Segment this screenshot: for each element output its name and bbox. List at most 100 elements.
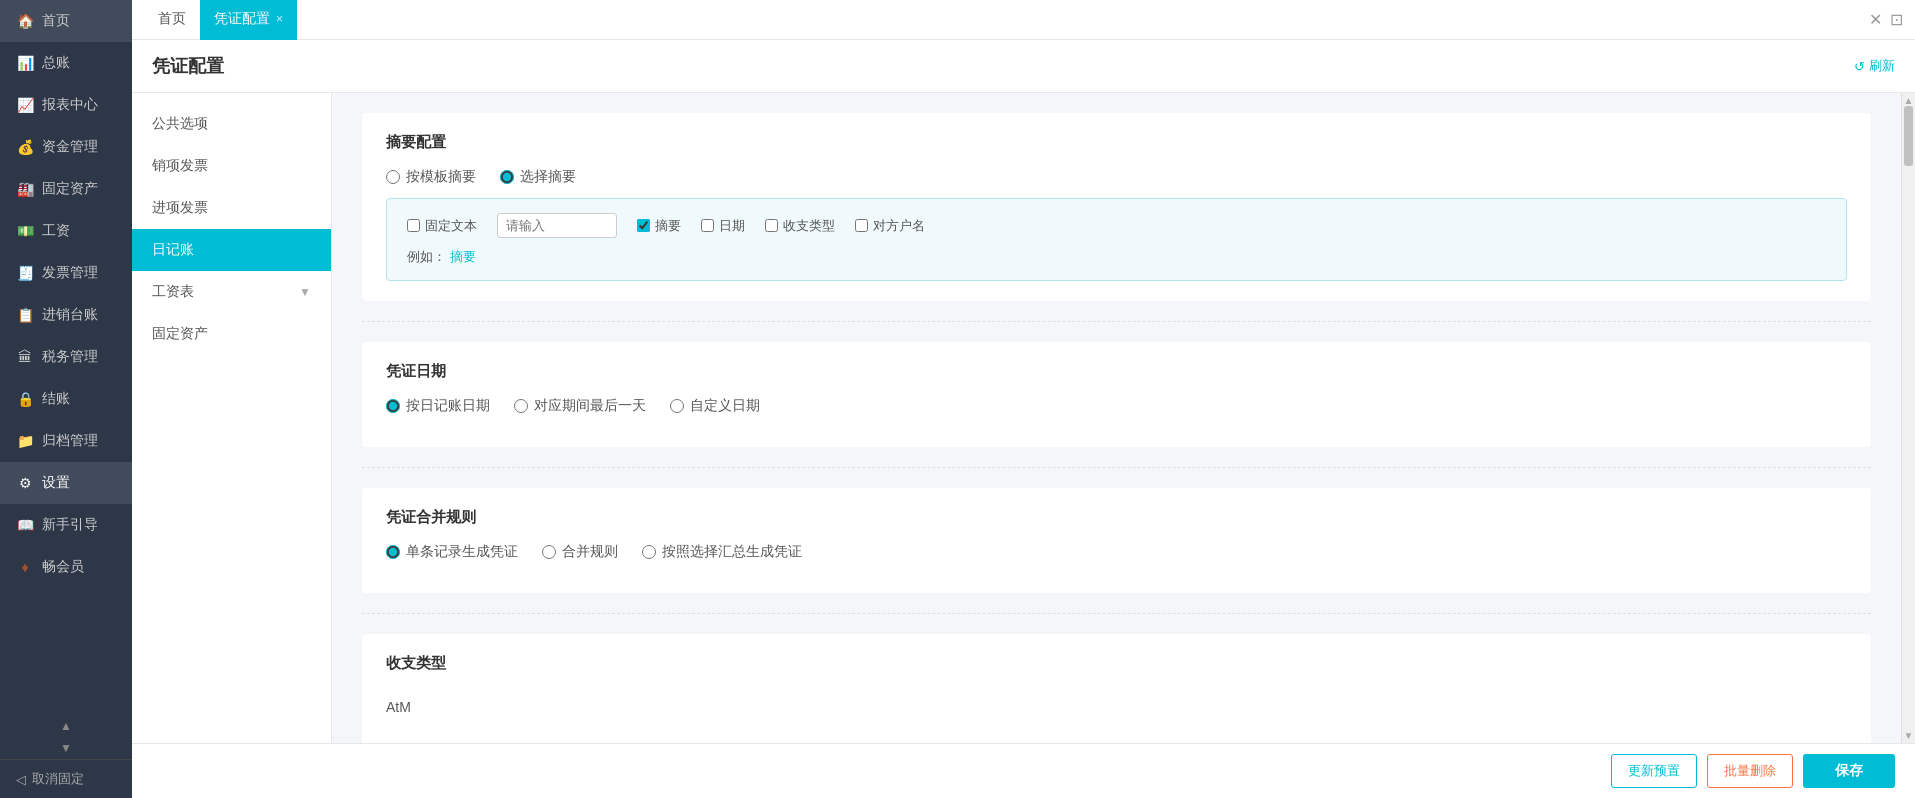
sidebar-item-vip[interactable]: ♦ 畅会员 bbox=[0, 546, 132, 588]
summary-config-box: 固定文本 摘要 日期 bbox=[386, 198, 1847, 281]
radio-select-summary[interactable] bbox=[642, 545, 656, 559]
vip-icon: ♦ bbox=[16, 558, 34, 576]
checkbox-fixed-text-label[interactable]: 固定文本 bbox=[407, 217, 477, 235]
voucher-date-title: 凭证日期 bbox=[386, 362, 1847, 381]
radio-period-last-day-label[interactable]: 对应期间最后一天 bbox=[514, 397, 646, 415]
divider-2 bbox=[362, 467, 1871, 468]
tab-voucher-config[interactable]: 凭证配置 × bbox=[200, 0, 297, 40]
checkbox-counterpart-label[interactable]: 对方户名 bbox=[855, 217, 925, 235]
right-content: 摘要配置 按模板摘要 选择摘要 bbox=[332, 93, 1901, 743]
purchase-sales-icon: 📋 bbox=[16, 306, 34, 324]
invoice-mgmt-icon: 🧾 bbox=[16, 264, 34, 282]
left-nav-payroll[interactable]: 工资表 ▼ bbox=[132, 271, 331, 313]
save-button[interactable]: 保存 bbox=[1803, 754, 1895, 788]
divider-3 bbox=[362, 613, 1871, 614]
section-summary-config: 摘要配置 按模板摘要 选择摘要 bbox=[362, 113, 1871, 301]
divider-1 bbox=[362, 321, 1871, 322]
radio-single-record-label[interactable]: 单条记录生成凭证 bbox=[386, 543, 518, 561]
home-icon: 🏠 bbox=[16, 12, 34, 30]
checkbox-summary-label[interactable]: 摘要 bbox=[637, 217, 681, 235]
sidebar-item-funds[interactable]: 💰 资金管理 bbox=[0, 126, 132, 168]
summary-checkboxes: 固定文本 摘要 日期 bbox=[407, 213, 1826, 238]
archive-icon: 📁 bbox=[16, 432, 34, 450]
checkbox-income-type[interactable] bbox=[765, 219, 778, 232]
tab-actions: ✕ ⊡ bbox=[1869, 10, 1903, 29]
radio-single-record[interactable] bbox=[386, 545, 400, 559]
ledger-icon: 📊 bbox=[16, 54, 34, 72]
content-layout: 公共选项 销项发票 进项发票 日记账 工资表 ▼ 固定资产 bbox=[132, 93, 1915, 743]
sidebar-item-invoice-mgmt[interactable]: 🧾 发票管理 bbox=[0, 252, 132, 294]
sidebar-item-report[interactable]: 📈 报表中心 bbox=[0, 84, 132, 126]
radio-select-label[interactable]: 选择摘要 bbox=[500, 168, 576, 186]
radio-merge-rule-label[interactable]: 合并规则 bbox=[542, 543, 618, 561]
sidebar-scroll-up[interactable]: ▲ bbox=[0, 715, 132, 737]
radio-merge-rule[interactable] bbox=[542, 545, 556, 559]
voucher-date-radio-group: 按日记账日期 对应期间最后一天 自定义日期 bbox=[386, 397, 1847, 415]
atm-text: AtM bbox=[386, 689, 1847, 725]
scroll-down-arrow[interactable]: ▼ bbox=[1904, 730, 1914, 741]
sidebar-item-ledger[interactable]: 📊 总账 bbox=[0, 42, 132, 84]
sidebar-item-archive[interactable]: 📁 归档管理 bbox=[0, 420, 132, 462]
pin-icon: ◁ bbox=[16, 772, 26, 787]
bottom-bar: 更新预置 批量删除 保存 bbox=[132, 743, 1915, 798]
checkbox-fixed-text[interactable] bbox=[407, 219, 420, 232]
tab-close-button[interactable]: × bbox=[276, 12, 283, 26]
tab-home[interactable]: 首页 bbox=[144, 0, 200, 40]
refresh-icon: ↺ bbox=[1854, 59, 1865, 74]
sidebar-item-tax[interactable]: 🏛 税务管理 bbox=[0, 336, 132, 378]
radio-template[interactable] bbox=[386, 170, 400, 184]
batch-delete-button[interactable]: 批量删除 bbox=[1707, 754, 1793, 788]
radio-period-last-day[interactable] bbox=[514, 399, 528, 413]
scrollbar[interactable]: ▲ ▼ bbox=[1901, 93, 1915, 743]
checkbox-counterpart[interactable] bbox=[855, 219, 868, 232]
page-header: 凭证配置 ↺ 刷新 bbox=[132, 40, 1915, 93]
page-body: 凭证配置 ↺ 刷新 公共选项 销项发票 进项发票 日记账 bbox=[132, 40, 1915, 798]
radio-custom-date-label[interactable]: 自定义日期 bbox=[670, 397, 760, 415]
section-voucher-date: 凭证日期 按日记账日期 对应期间最后一天 自定义日期 bbox=[362, 342, 1871, 447]
sidebar-item-salary[interactable]: 💵 工资 bbox=[0, 210, 132, 252]
minimize-button[interactable]: ✕ bbox=[1869, 10, 1882, 29]
income-type-title: 收支类型 bbox=[386, 654, 1847, 673]
sidebar: 🏠 首页 📊 总账 📈 报表中心 💰 资金管理 🏭 固定资产 💵 工资 🧾 发票… bbox=[0, 0, 132, 798]
merge-rules-title: 凭证合并规则 bbox=[386, 508, 1847, 527]
sidebar-scroll-down[interactable]: ▼ bbox=[0, 737, 132, 759]
left-nav-fixed-assets[interactable]: 固定资产 bbox=[132, 313, 331, 355]
sidebar-item-purchase-sales[interactable]: 📋 进销台账 bbox=[0, 294, 132, 336]
left-nav-sales-invoice[interactable]: 销项发票 bbox=[132, 145, 331, 187]
radio-template-label[interactable]: 按模板摘要 bbox=[386, 168, 476, 186]
section-merge-rules: 凭证合并规则 单条记录生成凭证 合并规则 按照选择汇总生成凭证 bbox=[362, 488, 1871, 593]
checkbox-date[interactable] bbox=[701, 219, 714, 232]
radio-journal-date[interactable] bbox=[386, 399, 400, 413]
checkbox-date-label[interactable]: 日期 bbox=[701, 217, 745, 235]
sidebar-item-assets[interactable]: 🏭 固定资产 bbox=[0, 168, 132, 210]
left-nav-public[interactable]: 公共选项 bbox=[132, 103, 331, 145]
sidebar-unpin-button[interactable]: ◁ 取消固定 bbox=[0, 759, 132, 798]
settings-icon: ⚙ bbox=[16, 474, 34, 492]
funds-icon: 💰 bbox=[16, 138, 34, 156]
radio-select[interactable] bbox=[500, 170, 514, 184]
left-nav-purchase-invoice[interactable]: 进项发票 bbox=[132, 187, 331, 229]
checkbox-summary[interactable] bbox=[637, 219, 650, 232]
scroll-thumb[interactable] bbox=[1904, 106, 1913, 166]
tab-bar: 首页 凭证配置 × ✕ ⊡ bbox=[132, 0, 1915, 40]
guide-icon: 📖 bbox=[16, 516, 34, 534]
checkbox-income-type-label[interactable]: 收支类型 bbox=[765, 217, 835, 235]
merge-rules-radio-group: 单条记录生成凭证 合并规则 按照选择汇总生成凭证 bbox=[386, 543, 1847, 561]
update-preview-button[interactable]: 更新预置 bbox=[1611, 754, 1697, 788]
sidebar-item-home[interactable]: 🏠 首页 bbox=[0, 0, 132, 42]
report-icon: 📈 bbox=[16, 96, 34, 114]
main-area: 首页 凭证配置 × ✕ ⊡ 凭证配置 ↺ 刷新 公共选项 bbox=[132, 0, 1915, 798]
maximize-button[interactable]: ⊡ bbox=[1890, 10, 1903, 29]
scroll-up-arrow[interactable]: ▲ bbox=[1904, 95, 1914, 106]
refresh-button[interactable]: ↺ 刷新 bbox=[1854, 57, 1895, 75]
left-nav-journal[interactable]: 日记账 bbox=[132, 229, 331, 271]
sidebar-item-closing[interactable]: 🔒 结账 bbox=[0, 378, 132, 420]
payroll-chevron-icon: ▼ bbox=[299, 285, 311, 299]
fixed-text-input[interactable] bbox=[497, 213, 617, 238]
sidebar-item-guide[interactable]: 📖 新手引导 bbox=[0, 504, 132, 546]
left-nav: 公共选项 销项发票 进项发票 日记账 工资表 ▼ 固定资产 bbox=[132, 93, 332, 743]
sidebar-item-settings[interactable]: ⚙ 设置 bbox=[0, 462, 132, 504]
radio-select-summary-label[interactable]: 按照选择汇总生成凭证 bbox=[642, 543, 802, 561]
radio-custom-date[interactable] bbox=[670, 399, 684, 413]
radio-journal-date-label[interactable]: 按日记账日期 bbox=[386, 397, 490, 415]
